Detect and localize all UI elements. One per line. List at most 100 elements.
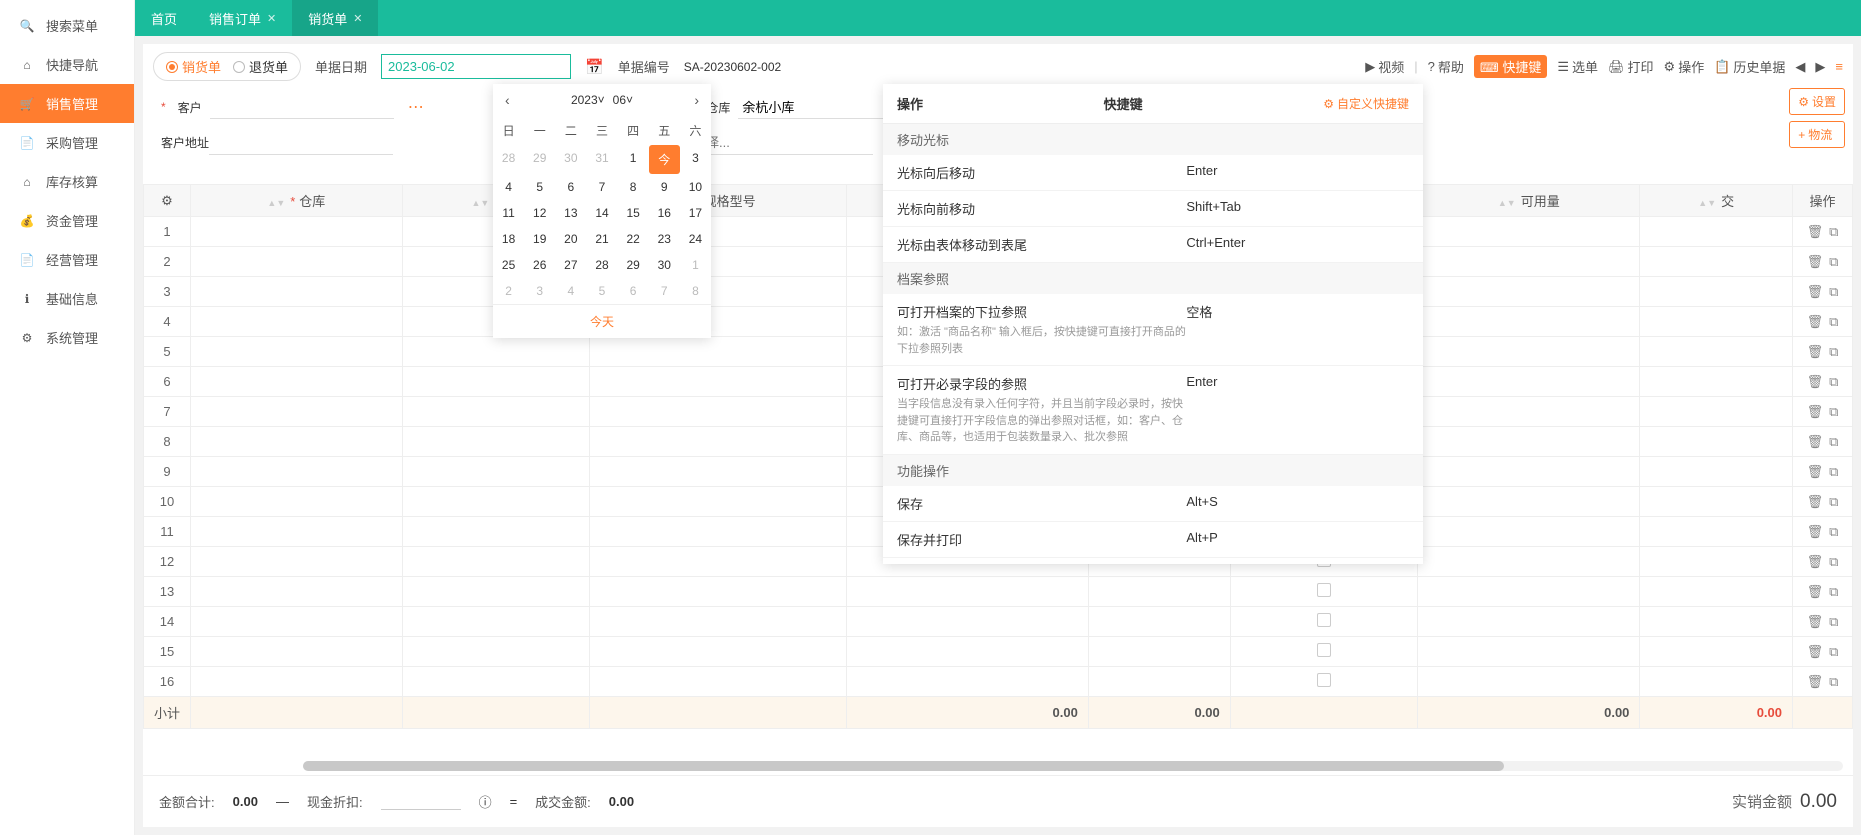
cell[interactable] — [1418, 487, 1640, 517]
cal-day[interactable]: 25 — [493, 252, 524, 278]
cell[interactable] — [402, 637, 589, 667]
cell[interactable] — [590, 547, 847, 577]
cal-day[interactable]: 17 — [680, 200, 711, 226]
cell[interactable] — [1088, 667, 1230, 697]
logistics-button[interactable]: + 物流 — [1789, 121, 1845, 148]
sidebar-item-6[interactable]: 📄经营管理 — [0, 240, 134, 279]
cell[interactable] — [1418, 247, 1640, 277]
cell[interactable] — [191, 337, 403, 367]
sidebar-item-4[interactable]: ⌂库存核算 — [0, 162, 134, 201]
cal-today-link[interactable]: 今天 — [493, 304, 711, 338]
delete-icon[interactable]: 🗑 — [1807, 674, 1824, 689]
cell[interactable] — [402, 547, 589, 577]
copy-icon[interactable]: ⧉ — [1829, 434, 1838, 449]
cal-day[interactable]: 7 — [649, 278, 680, 304]
cell[interactable] — [191, 637, 403, 667]
col-wh[interactable]: ▲▼*仓库 — [191, 185, 403, 217]
cal-day[interactable]: 24 — [680, 226, 711, 252]
copy-icon[interactable]: ⧉ — [1829, 554, 1838, 569]
settings-button[interactable]: ⚙ 设置 — [1789, 88, 1845, 115]
cal-day[interactable]: 22 — [618, 226, 649, 252]
cell[interactable] — [1088, 577, 1230, 607]
prev-icon[interactable]: ◀ — [1795, 59, 1805, 75]
cell[interactable] — [402, 487, 589, 517]
sidebar-item-3[interactable]: 📄采购管理 — [0, 123, 134, 162]
cell[interactable] — [1418, 457, 1640, 487]
tab-1[interactable]: 销售订单✕ — [193, 0, 292, 36]
cal-day[interactable]: 27 — [555, 252, 586, 278]
cell[interactable] — [191, 247, 403, 277]
cell[interactable] — [590, 457, 847, 487]
cell[interactable] — [1418, 517, 1640, 547]
cell[interactable] — [590, 397, 847, 427]
cal-day[interactable]: 30 — [649, 252, 680, 278]
cell[interactable] — [191, 217, 403, 247]
project-input[interactable] — [689, 131, 873, 155]
cell[interactable] — [590, 337, 847, 367]
copy-icon[interactable]: ⧉ — [1829, 374, 1838, 389]
cell[interactable] — [402, 577, 589, 607]
cell[interactable] — [191, 547, 403, 577]
radio-return[interactable]: 退货单 — [233, 57, 288, 76]
customer-more-icon[interactable]: ⋯ — [402, 97, 430, 117]
customer-input[interactable] — [210, 95, 394, 119]
print-link[interactable]: 🖨 打印 — [1608, 57, 1654, 76]
cal-day[interactable]: 今 — [649, 145, 680, 174]
cell[interactable] — [1640, 367, 1793, 397]
cal-day[interactable]: 13 — [555, 200, 586, 226]
cal-day[interactable]: 16 — [649, 200, 680, 226]
gift-checkbox[interactable] — [1317, 673, 1331, 687]
cell[interactable] — [590, 667, 847, 697]
cell[interactable] — [1640, 277, 1793, 307]
cal-year-select[interactable]: 2023˅ — [571, 93, 605, 107]
copy-icon[interactable]: ⧉ — [1829, 284, 1838, 299]
col-gear[interactable]: ⚙ — [144, 185, 191, 217]
copy-icon[interactable]: ⧉ — [1829, 524, 1838, 539]
cal-day[interactable]: 30 — [555, 145, 586, 174]
horizontal-scrollbar[interactable] — [303, 761, 1843, 771]
cal-day[interactable]: 4 — [555, 278, 586, 304]
cell[interactable] — [1418, 577, 1640, 607]
cal-day[interactable]: 28 — [586, 252, 617, 278]
cell[interactable] — [1640, 217, 1793, 247]
col-act[interactable]: 操作 — [1793, 185, 1853, 217]
table-row[interactable]: 16🗑⧉ — [144, 667, 1853, 697]
cell[interactable] — [1418, 547, 1640, 577]
delete-icon[interactable]: 🗑 — [1807, 344, 1824, 359]
delete-icon[interactable]: 🗑 — [1807, 434, 1824, 449]
cell[interactable] — [1640, 517, 1793, 547]
cal-day[interactable]: 29 — [618, 252, 649, 278]
cal-day[interactable]: 15 — [618, 200, 649, 226]
cal-day[interactable]: 5 — [524, 174, 555, 200]
close-icon[interactable]: ✕ — [267, 12, 276, 25]
help-link[interactable]: ? 帮助 — [1428, 57, 1464, 76]
cell[interactable] — [402, 517, 589, 547]
cell[interactable] — [191, 427, 403, 457]
col-avail[interactable]: ▲▼可用量 — [1418, 185, 1640, 217]
delete-icon[interactable]: 🗑 — [1807, 224, 1824, 239]
cell[interactable] — [191, 667, 403, 697]
cell[interactable] — [1640, 577, 1793, 607]
shortcut-button[interactable]: ⌨ 快捷键 — [1474, 55, 1547, 78]
delete-icon[interactable]: 🗑 — [1807, 464, 1824, 479]
cell[interactable] — [590, 637, 847, 667]
cell[interactable] — [1418, 427, 1640, 457]
cash-input[interactable] — [381, 794, 461, 810]
select-link[interactable]: ☰ 选单 — [1557, 57, 1598, 76]
copy-icon[interactable]: ⧉ — [1829, 464, 1838, 479]
gift-checkbox[interactable] — [1317, 643, 1331, 657]
close-icon[interactable]: ✕ — [353, 12, 362, 25]
history-link[interactable]: 📋 历史单据 — [1714, 57, 1785, 76]
cal-day[interactable]: 23 — [649, 226, 680, 252]
copy-icon[interactable]: ⧉ — [1829, 344, 1838, 359]
cal-month-select[interactable]: 06˅ — [613, 93, 633, 107]
gift-checkbox[interactable] — [1317, 583, 1331, 597]
sidebar-item-0[interactable]: 🔍搜索菜单 — [0, 6, 134, 45]
copy-icon[interactable]: ⧉ — [1829, 614, 1838, 629]
copy-icon[interactable]: ⧉ — [1829, 224, 1838, 239]
next-icon[interactable]: ▶ — [1815, 59, 1825, 75]
delete-icon[interactable]: 🗑 — [1807, 254, 1824, 269]
gear-icon[interactable]: ⚙ — [161, 193, 173, 208]
cell[interactable] — [191, 307, 403, 337]
cal-day[interactable]: 8 — [618, 174, 649, 200]
